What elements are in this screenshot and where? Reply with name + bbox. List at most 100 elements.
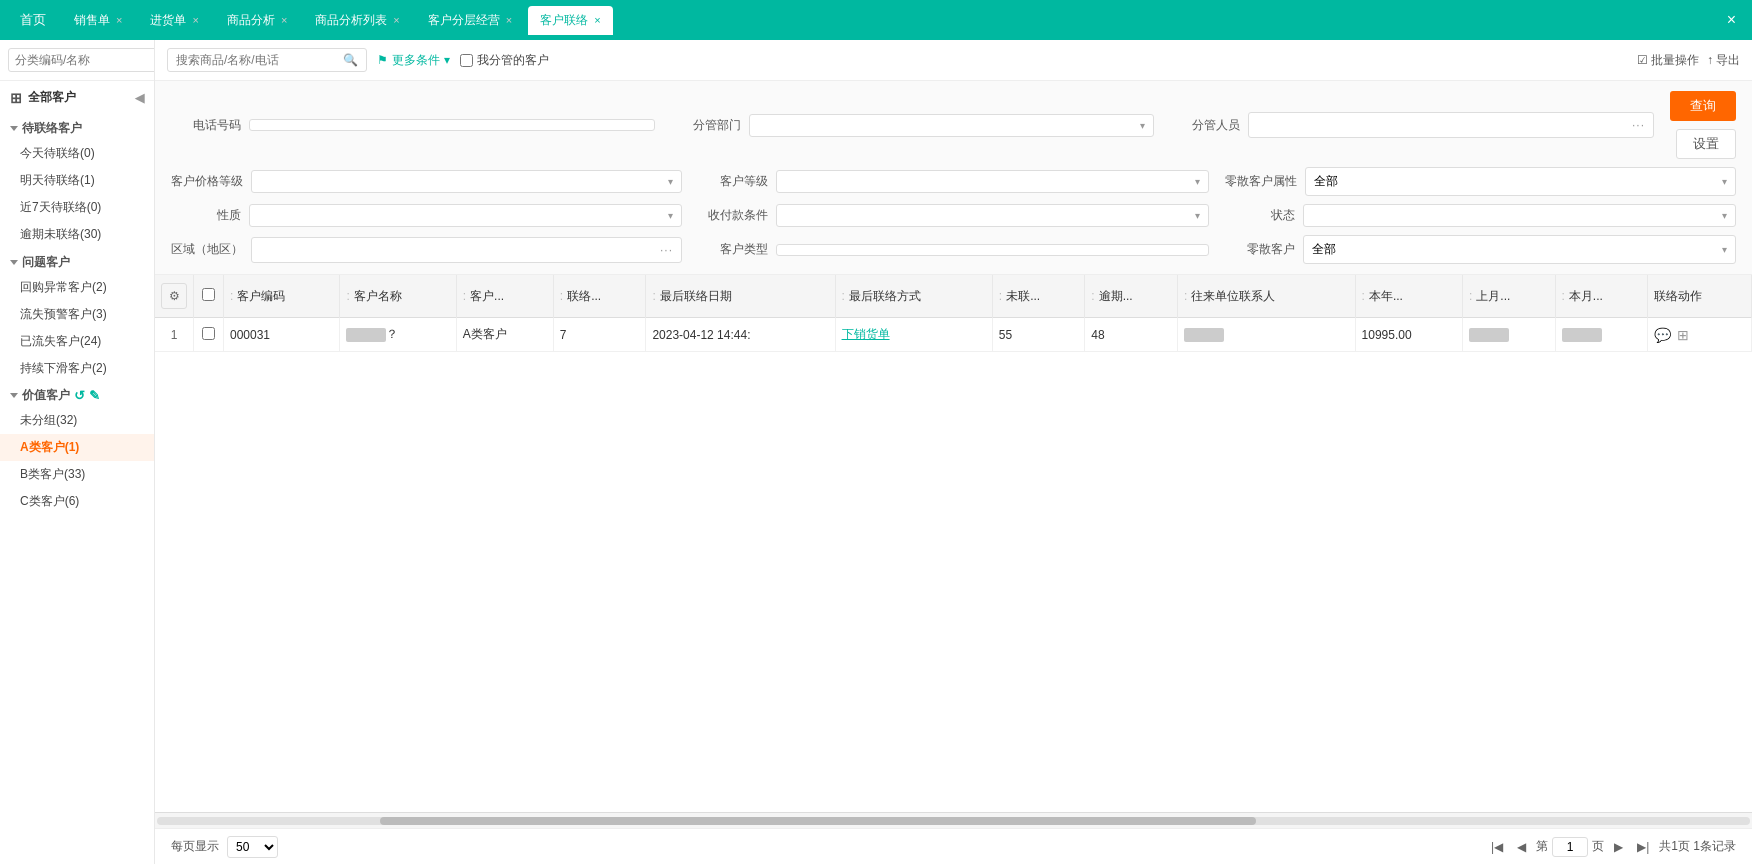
filter-phone: 电话号码: [171, 117, 655, 134]
sidebar-item-overdue[interactable]: 逾期未联络(30): [0, 221, 154, 248]
filter-scatter2-input[interactable]: 全部 ▾: [1303, 235, 1736, 264]
sidebar-item-churn-warning[interactable]: 流失预警客户(3): [0, 301, 154, 328]
cell-no-contact: 55: [992, 318, 1085, 352]
action-icons: 💬 ⊞: [1654, 327, 1745, 343]
query-button[interactable]: 查询: [1670, 91, 1736, 121]
sidebar-item-7days[interactable]: 近7天待联络(0): [0, 194, 154, 221]
close-tab-analysis[interactable]: ×: [281, 14, 287, 26]
close-tab-sales[interactable]: ×: [116, 14, 122, 26]
filter-row-4: 区域（地区） ··· 客户类型 零散客户 全部 ▾: [171, 235, 1736, 264]
filter-type-input[interactable]: [776, 244, 1209, 256]
sidebar-item-today[interactable]: 今天待联络(0): [0, 140, 154, 167]
prev-page-btn[interactable]: ◀: [1513, 838, 1530, 856]
filter-customer-type: 客户类型: [698, 241, 1209, 258]
filter-phone-input[interactable]: [249, 119, 655, 131]
row-checkbox[interactable]: [202, 327, 215, 340]
sidebar-item-repurchase-anomaly[interactable]: 回购异常客户(2): [0, 274, 154, 301]
my-customer-checkbox[interactable]: [460, 54, 473, 67]
select-all-checkbox[interactable]: [202, 288, 215, 301]
filter-scatter-input[interactable]: 全部 ▾: [1305, 167, 1736, 196]
close-all-tabs[interactable]: ×: [1719, 7, 1744, 33]
sidebar-item-declining[interactable]: 持续下滑客户(2): [0, 355, 154, 382]
filter-region-input[interactable]: ···: [251, 237, 682, 263]
nav-tab-purchase[interactable]: 进货单 ×: [138, 6, 210, 35]
main-search-box[interactable]: 🔍: [167, 48, 367, 72]
th-this-month: :本月...: [1555, 275, 1648, 318]
sidebar-item-class-a[interactable]: A类客户(1): [0, 434, 154, 461]
close-tab-purchase[interactable]: ×: [192, 14, 198, 26]
sidebar-search-input[interactable]: [8, 48, 155, 72]
nav-tab-sales[interactable]: 销售单 ×: [62, 6, 134, 35]
nav-home[interactable]: 首页: [8, 5, 58, 35]
qr-icon[interactable]: ⊞: [1677, 327, 1689, 343]
sidebar-item-class-b[interactable]: B类客户(33): [0, 461, 154, 488]
main-search-input[interactable]: [176, 53, 343, 67]
nav-tab-analysis-list[interactable]: 商品分析列表 ×: [303, 6, 411, 35]
sidebar-collapse-btn[interactable]: ◀: [135, 91, 144, 105]
sidebar-item-class-c[interactable]: C类客户(6): [0, 488, 154, 515]
filter-tier-input[interactable]: ▾: [776, 170, 1209, 193]
more-filter-btn[interactable]: ⚑ 更多条件 ▾: [377, 52, 450, 69]
table-row: 1 000031 ？ A类客户 7 2023-04-12 14:44: 下销货单: [155, 318, 1752, 352]
chevron-down-icon: ▾: [444, 53, 450, 67]
all-customers-header[interactable]: ⊞ 全部客户 ◀: [0, 81, 154, 114]
last-page-btn[interactable]: ▶|: [1633, 838, 1653, 856]
filter-price-input[interactable]: ▾: [251, 170, 682, 193]
sidebar-item-churned[interactable]: 已流失客户(24): [0, 328, 154, 355]
th-contact-num: :联络...: [553, 275, 646, 318]
main-search-icon[interactable]: 🔍: [343, 53, 358, 67]
table-header-row: ⚙ :客户编码 :客户名称 :客户...: [155, 275, 1752, 318]
filter-status-input[interactable]: ▾: [1303, 204, 1736, 227]
dots-icon-region: ···: [660, 243, 673, 257]
batch-icon: ☑: [1637, 53, 1648, 67]
close-tab-analysis-list[interactable]: ×: [393, 14, 399, 26]
nav-tab-analysis[interactable]: 商品分析 ×: [215, 6, 299, 35]
per-page-select[interactable]: 50 100 200: [227, 836, 278, 858]
dots-icon-manager: ···: [1632, 118, 1645, 132]
filter-payment-input[interactable]: ▾: [776, 204, 1209, 227]
section-problem-customers[interactable]: 问题客户: [0, 248, 154, 274]
th-contact-person: :往来单位联系人: [1177, 275, 1355, 318]
my-customer-checkbox-label[interactable]: 我分管的客户: [460, 52, 549, 69]
section-pending-contact[interactable]: 待联络客户: [0, 114, 154, 140]
grid-icon: ⊞: [10, 90, 22, 106]
filter-manager-input[interactable]: ···: [1248, 112, 1654, 138]
filter-type-label: 客户类型: [698, 241, 768, 258]
filter-customer-tier: 客户等级 ▾: [698, 170, 1209, 193]
filter-region: 区域（地区） ···: [171, 237, 682, 263]
th-last-method: :最后联络方式: [835, 275, 992, 318]
filter-dept-input[interactable]: ▾: [749, 114, 1155, 137]
contact-person-redacted: [1184, 328, 1224, 342]
first-page-btn[interactable]: |◀: [1487, 838, 1507, 856]
edit-icon[interactable]: ✎: [89, 388, 100, 403]
close-tab-customer-tier[interactable]: ×: [506, 14, 512, 26]
last-method-link[interactable]: 下销货单: [842, 327, 890, 341]
arrow-down-icon: [10, 126, 18, 131]
sidebar-item-ungrouped[interactable]: 未分组(32): [0, 407, 154, 434]
nav-tab-customer-tier[interactable]: 客户分层经营 ×: [416, 6, 524, 35]
query-btn-group: 查询 设置: [1670, 91, 1736, 159]
cell-this-year: 10995.00: [1355, 318, 1462, 352]
cell-overdue: 48: [1085, 318, 1178, 352]
batch-op-btn[interactable]: ☑ 批量操作: [1637, 52, 1699, 69]
sidebar-item-tomorrow[interactable]: 明天待联络(1): [0, 167, 154, 194]
gear-icon[interactable]: ⚙: [161, 283, 187, 309]
nav-tab-customer-contact[interactable]: 客户联络 ×: [528, 6, 612, 35]
settings-button[interactable]: 设置: [1676, 129, 1736, 159]
export-btn[interactable]: ↑ 导出: [1707, 52, 1740, 69]
filter-nature-input[interactable]: ▾: [249, 204, 682, 227]
refresh-icon[interactable]: ↺: [74, 388, 85, 403]
chat-icon[interactable]: 💬: [1654, 327, 1671, 343]
cell-action: 💬 ⊞: [1648, 318, 1752, 352]
filter-scatter-label: 零散客户属性: [1225, 173, 1297, 190]
total-records: 共1页 1条记录: [1659, 838, 1736, 855]
next-page-btn[interactable]: ▶: [1610, 838, 1627, 856]
filter-row-1: 电话号码 分管部门 ▾ 分管人员 ···: [171, 91, 1736, 159]
scroll-thumb[interactable]: [380, 817, 1256, 825]
last-month-redacted: [1469, 328, 1509, 342]
cell-contact-person: [1177, 318, 1355, 352]
close-tab-customer-contact[interactable]: ×: [594, 14, 600, 26]
horizontal-scrollbar[interactable]: [155, 812, 1752, 828]
chevron-down-icon-status: ▾: [1722, 210, 1727, 221]
page-number-input[interactable]: [1552, 837, 1588, 857]
